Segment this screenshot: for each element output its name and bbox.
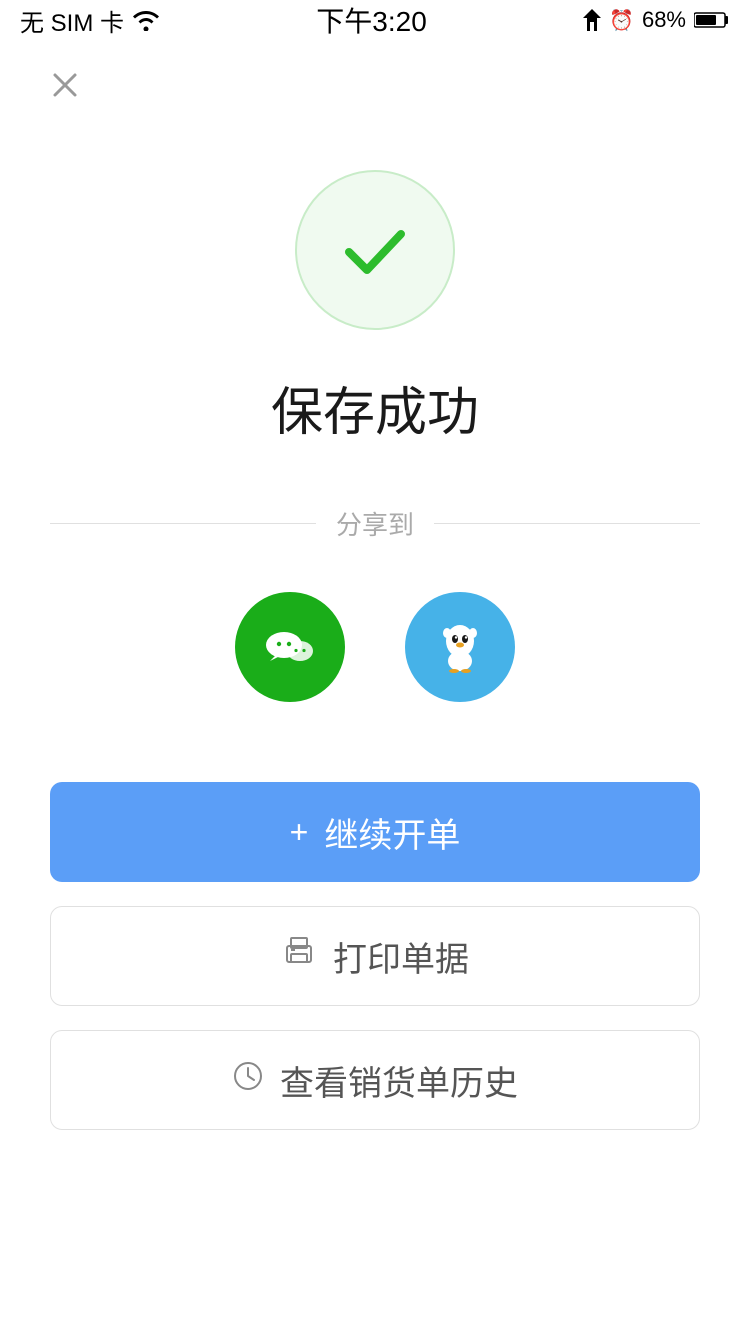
- status-left: 无 SIM 卡: [20, 3, 160, 38]
- main-content: 保存成功 分享到: [0, 110, 750, 1334]
- time-display: 下午3:20: [316, 0, 427, 40]
- qq-icon: [428, 615, 492, 679]
- print-label: 打印单据: [333, 932, 469, 981]
- wechat-icon: [258, 615, 322, 679]
- plus-icon: +: [290, 814, 309, 851]
- close-button[interactable]: [40, 60, 90, 110]
- print-button[interactable]: 打印单据: [50, 906, 700, 1006]
- battery-icon: [694, 11, 730, 29]
- divider-left: [50, 523, 316, 524]
- carrier-text: 无 SIM 卡: [20, 3, 124, 38]
- continue-label: 继续开单: [324, 808, 460, 857]
- wifi-icon: [132, 9, 160, 31]
- history-button[interactable]: 查看销货单历史: [50, 1030, 700, 1130]
- share-label: 分享到: [336, 505, 414, 542]
- continue-button[interactable]: + 继续开单: [50, 782, 700, 882]
- success-title: 保存成功: [271, 370, 479, 445]
- wechat-share-button[interactable]: [235, 592, 345, 702]
- battery-text: 68%: [642, 7, 686, 33]
- history-label: 查看销货单历史: [280, 1056, 518, 1105]
- checkmark-icon: [335, 210, 415, 290]
- share-icons-container: [235, 592, 515, 702]
- location-icon: [583, 9, 601, 31]
- action-buttons: + 继续开单 打印单据 查看销货单历史: [50, 782, 700, 1130]
- status-bar: 无 SIM 卡 下午3:20 ⏰ 68%: [0, 0, 750, 40]
- history-icon: [232, 1060, 264, 1100]
- success-circle: [295, 170, 455, 330]
- alarm-icon: ⏰: [609, 8, 634, 33]
- status-right: ⏰ 68%: [583, 7, 730, 33]
- print-icon: [281, 936, 317, 976]
- qq-share-button[interactable]: [405, 592, 515, 702]
- share-divider: 分享到: [50, 505, 700, 542]
- divider-right: [434, 523, 700, 524]
